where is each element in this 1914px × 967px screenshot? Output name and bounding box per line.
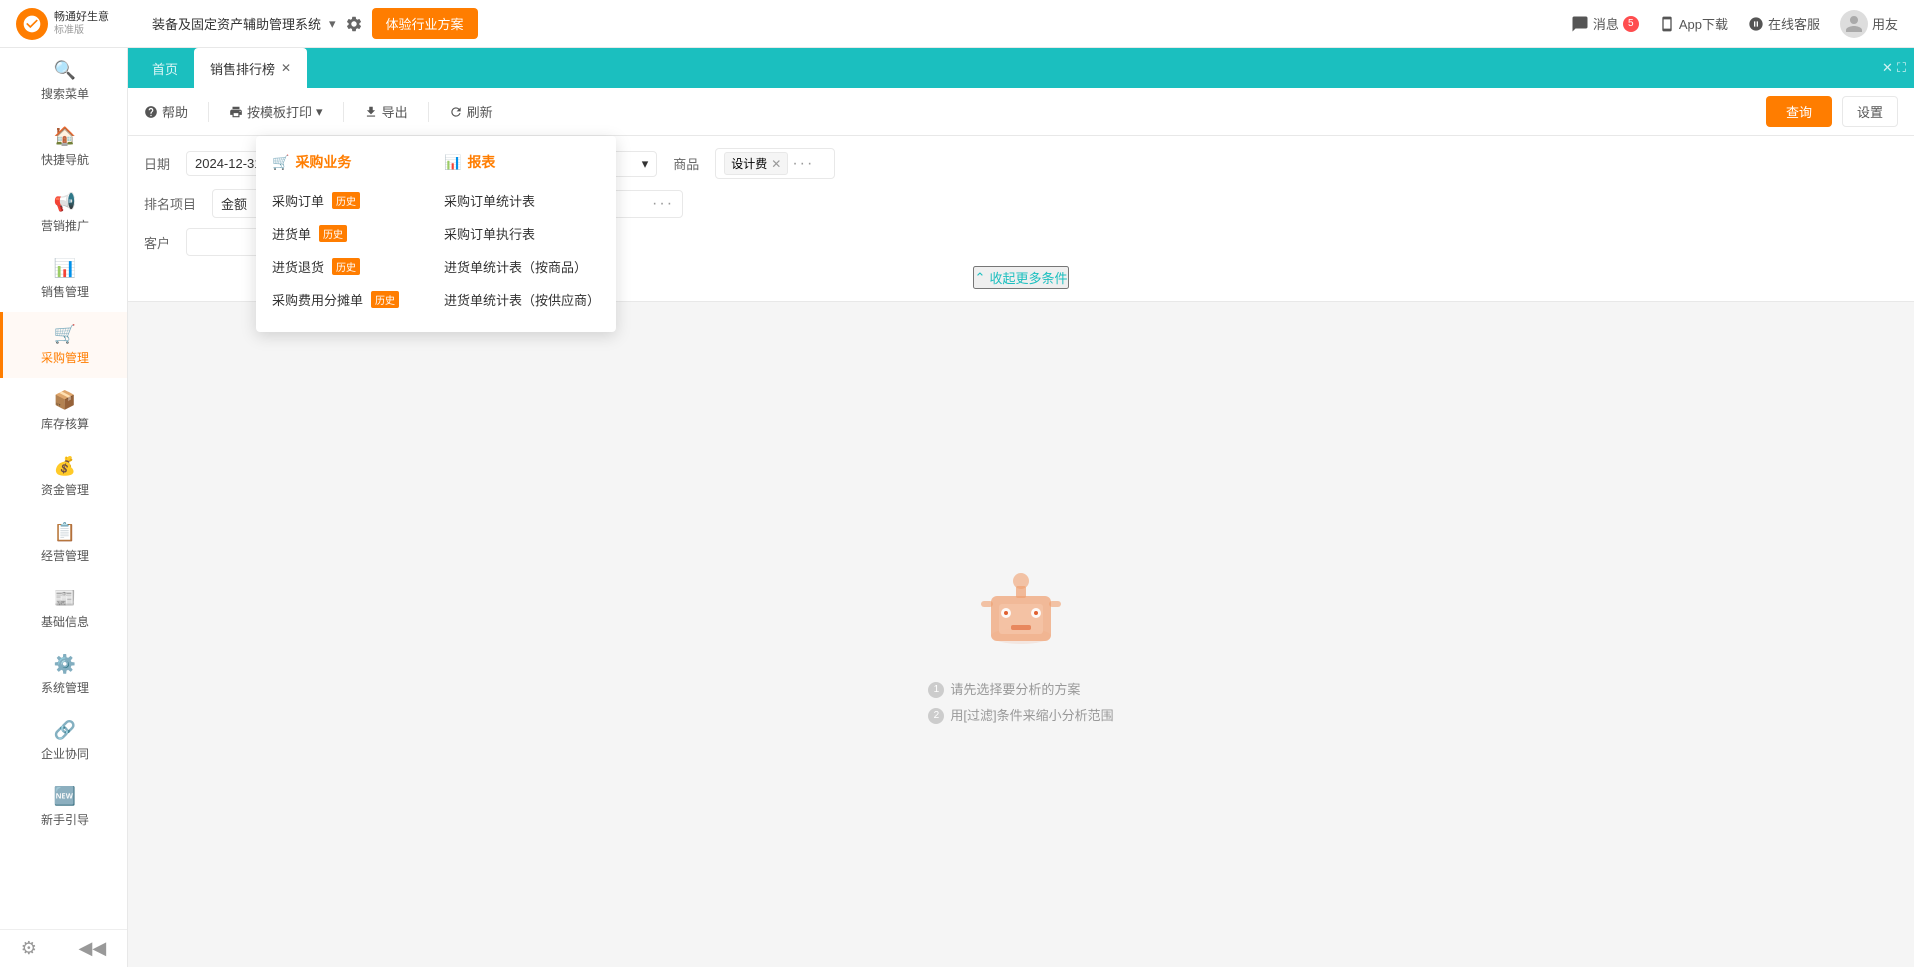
sidebar-item-system[interactable]: ⚙️ 系统管理 xyxy=(0,642,127,708)
report-order-exec-item[interactable]: 采购订单执行表 xyxy=(444,217,600,250)
top-right-actions: 消息 5 App下载 在线客服 用友 xyxy=(1571,10,1898,38)
rank-filter-label: 排名项目 xyxy=(144,194,196,213)
online-service-button[interactable]: 在线客服 xyxy=(1748,14,1820,33)
history-badge-3: 历史 xyxy=(332,258,360,275)
sidebar-settings-btn[interactable]: ⚙ xyxy=(21,938,37,959)
goods-filter-label: 商品 xyxy=(673,154,699,173)
tab-bar: 首页 销售排行榜 ✕ ✕ ⛶ xyxy=(128,48,1914,88)
tip-num-2: 2 xyxy=(928,708,944,724)
tab-sales-rank[interactable]: 销售排行榜 ✕ xyxy=(194,48,307,88)
sidebar-item-operations[interactable]: 📋 经营管理 xyxy=(0,510,127,576)
app-container: 畅通好生意 标准版 装备及固定资产辅助管理系统 ▾ 体验行业方案 消息 5 Ap xyxy=(0,0,1914,967)
sidebar-item-basic-info[interactable]: 📰 基础信息 xyxy=(0,576,127,642)
user-button[interactable]: 用友 xyxy=(1840,10,1898,38)
info-icon: 📰 xyxy=(54,588,76,609)
separator2 xyxy=(343,102,344,122)
query-button[interactable]: 查询 xyxy=(1766,96,1832,127)
app-download-button[interactable]: App下载 xyxy=(1659,14,1728,33)
sidebar-item-search[interactable]: 🔍 搜索菜单 xyxy=(0,48,127,114)
purchase-business-section: 🛒 采购业务 采购订单 历史 进货单 历史 进货退货 历史 xyxy=(272,152,428,316)
sidebar-collapse-btn[interactable]: ◀◀ xyxy=(79,938,107,959)
history-badge-4: 历史 xyxy=(371,291,399,308)
date-filter-label: 日期 xyxy=(144,154,170,173)
settings-button[interactable]: 设置 xyxy=(1842,96,1898,127)
operations-icon: 📋 xyxy=(54,522,76,543)
top-bar: 畅通好生意 标准版 装备及固定资产辅助管理系统 ▾ 体验行业方案 消息 5 Ap xyxy=(0,0,1914,48)
megaphone-icon: 📢 xyxy=(54,192,76,213)
purchase-return-item[interactable]: 进货退货 历史 xyxy=(272,250,428,283)
goods-filter-more[interactable]: ··· xyxy=(792,155,814,173)
main-content: 1 请先选择要分析的方案 2 用[过滤]条件来缩小分析范围 xyxy=(128,302,1914,967)
sidebar-item-nav[interactable]: 🏠 快捷导航 xyxy=(0,114,127,180)
tab-close-button[interactable]: ✕ xyxy=(281,61,291,75)
sidebar-item-marketing[interactable]: 📢 营销推广 xyxy=(0,180,127,246)
content-area: 首页 销售排行榜 ✕ ✕ ⛶ 帮助 xyxy=(128,48,1914,967)
tip-row-1: 1 请先选择要分析的方案 xyxy=(928,677,1113,703)
system-icon: ⚙️ xyxy=(54,654,76,675)
home-icon: 🏠 xyxy=(54,126,76,147)
empty-tips: 1 请先选择要分析的方案 2 用[过滤]条件来缩小分析范围 xyxy=(928,677,1113,729)
report-section: 📊 报表 采购订单统计表 采购订单执行表 进货单统计表（按商品） 进货单统计表（… xyxy=(444,152,600,316)
enterprise-icon: 🔗 xyxy=(54,720,76,741)
message-button[interactable]: 消息 5 xyxy=(1571,14,1639,33)
tab-close-all-button[interactable]: ✕ ⛶ xyxy=(1882,60,1906,76)
export-button[interactable]: 导出 xyxy=(364,102,408,121)
logo-text: 畅通好生意 标准版 xyxy=(54,10,109,37)
history-badge: 历史 xyxy=(332,192,360,209)
system-title-area: 装备及固定资产辅助管理系统 ▾ xyxy=(152,14,364,34)
title-dropdown-icon[interactable]: ▾ xyxy=(329,16,336,32)
empty-state: 1 请先选择要分析的方案 2 用[过滤]条件来缩小分析范围 xyxy=(928,541,1113,729)
history-badge-2: 历史 xyxy=(319,225,347,242)
search-icon: 🔍 xyxy=(54,60,76,81)
toolbar: 帮助 按模板打印 ▾ 导出 刷新 查 xyxy=(128,88,1914,136)
goods-tag: 设计费 ✕ xyxy=(724,152,788,175)
purchase-inbound-item[interactable]: 进货单 历史 xyxy=(272,217,428,250)
sidebar-item-enterprise[interactable]: 🔗 企业协同 xyxy=(0,708,127,774)
sidebar-item-sales[interactable]: 📊 销售管理 xyxy=(0,246,127,312)
purchase-section-title: 🛒 采购业务 xyxy=(272,152,428,172)
purchase-order-item[interactable]: 采购订单 历史 xyxy=(272,184,428,217)
tab-home[interactable]: 首页 xyxy=(136,48,194,88)
inventory-icon: 📦 xyxy=(54,390,76,411)
sidebar-item-guide[interactable]: 🆕 新手引导 xyxy=(0,774,127,840)
settings-icon[interactable] xyxy=(344,14,364,34)
refresh-button[interactable]: 刷新 xyxy=(449,102,493,121)
avatar xyxy=(1840,10,1868,38)
collapse-button[interactable]: ⌃ 收起更多条件 xyxy=(973,266,1070,289)
report-inbound-supplier-item[interactable]: 进货单统计表（按供应商） xyxy=(444,283,600,316)
sidebar: 🔍 搜索菜单 🏠 快捷导航 📢 营销推广 📊 销售管理 🛒 采购管理 📦 xyxy=(0,48,128,967)
report-section-title: 📊 报表 xyxy=(444,152,600,172)
sidebar-bottom: ⚙ ◀◀ xyxy=(0,929,127,967)
purchase-expense-item[interactable]: 采购费用分摊单 历史 xyxy=(272,283,428,316)
report-inbound-goods-item[interactable]: 进货单统计表（按商品） xyxy=(444,250,600,283)
help-button[interactable]: 帮助 xyxy=(144,102,188,121)
tip-row-2: 2 用[过滤]条件来缩小分析范围 xyxy=(928,703,1113,729)
purchase-icon: 🛒 xyxy=(54,324,76,345)
logo-area: 畅通好生意 标准版 xyxy=(16,8,144,40)
sidebar-item-purchase[interactable]: 🛒 采购管理 xyxy=(0,312,127,378)
empty-icon xyxy=(961,541,1081,661)
date-value: 2024-12-31 xyxy=(195,156,262,171)
goods-tag-remove[interactable]: ✕ xyxy=(771,157,781,171)
sidebar-item-finance[interactable]: 💰 资金管理 xyxy=(0,444,127,510)
tip-num-1: 1 xyxy=(928,682,944,698)
customer-filter-label: 客户 xyxy=(144,233,170,252)
sidebar-item-inventory[interactable]: 📦 库存核算 xyxy=(0,378,127,444)
industry-button[interactable]: 体验行业方案 xyxy=(372,8,478,39)
purchase-dropdown-menu: 🛒 采购业务 采购订单 历史 进货单 历史 进货退货 历史 xyxy=(256,136,616,332)
finance-icon: 💰 xyxy=(54,456,76,477)
system-title-text: 装备及固定资产辅助管理系统 xyxy=(152,14,321,33)
report-order-stat-item[interactable]: 采购订单统计表 xyxy=(444,184,600,217)
salesperson-filter-dots[interactable]: ··· xyxy=(652,195,674,213)
sales-icon: 📊 xyxy=(54,258,76,279)
logo-icon xyxy=(16,8,48,40)
separator3 xyxy=(428,102,429,122)
guide-icon: 🆕 xyxy=(54,786,76,807)
separator1 xyxy=(208,102,209,122)
main-layout: 🔍 搜索菜单 🏠 快捷导航 📢 营销推广 📊 销售管理 🛒 采购管理 📦 xyxy=(0,48,1914,967)
print-button[interactable]: 按模板打印 ▾ xyxy=(229,102,323,121)
